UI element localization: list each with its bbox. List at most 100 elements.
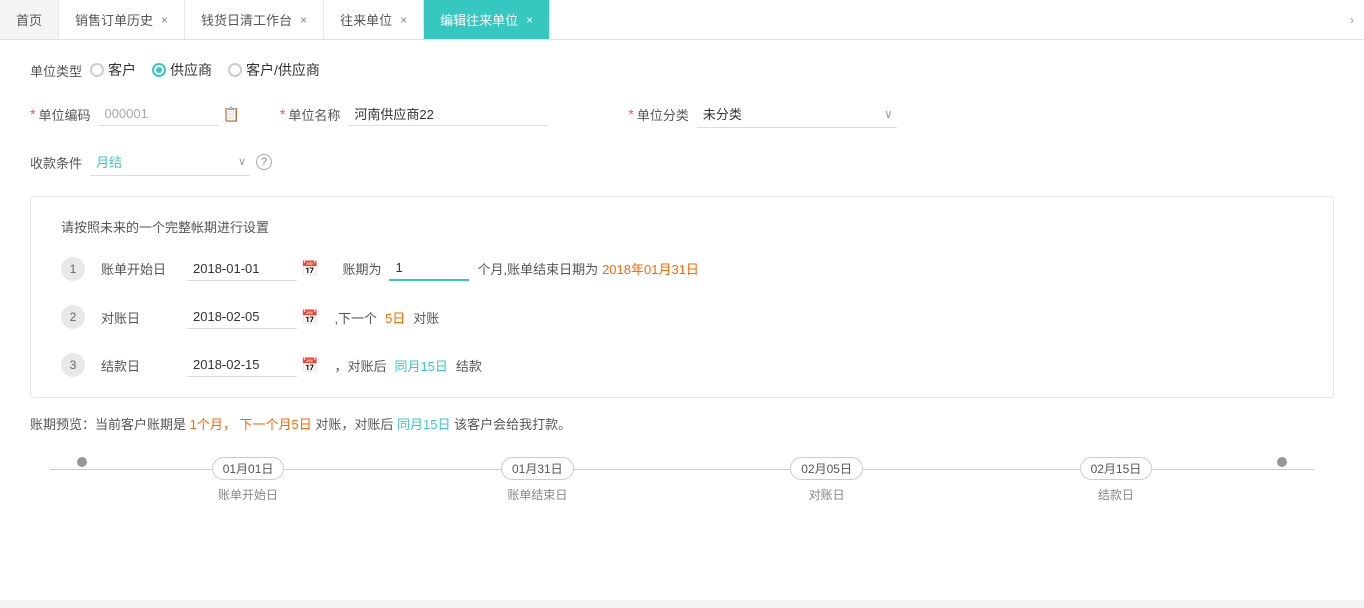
timeline-node-feb05: 02月05日 对账日 — [682, 457, 971, 503]
timeline-label-jan31: 账单结束日 — [507, 486, 567, 503]
timeline-dot-start — [77, 457, 87, 467]
preview-part4: 同月15日 — [397, 417, 450, 432]
payment-terms-group: 收款条件 月结 ∨ ? — [30, 148, 272, 176]
timeline: 01月01日 账单开始日 01月31日 账单结束日 02月05日 对账日 02月… — [50, 457, 1314, 503]
timeline-node-end — [1261, 457, 1304, 497]
settings-num-2: 2 — [61, 305, 85, 329]
payment-desc-before: ，对账后 — [334, 356, 386, 375]
tab-edit-partner-label: 编辑往来单位 — [440, 10, 518, 29]
timeline-badge-feb15: 02月15日 — [1080, 457, 1153, 480]
payment-terms-value: 月结 — [90, 148, 234, 175]
tab-cash-work-label: 钱货日清工作台 — [201, 10, 292, 29]
payment-terms-help-icon[interactable]: ? — [256, 154, 272, 170]
start-date-input[interactable] — [187, 257, 297, 281]
tab-sales-history[interactable]: 销售订单历史 × — [59, 0, 185, 39]
timeline-node-jan31: 01月31日 账单结束日 — [393, 457, 682, 503]
timeline-node-jan01: 01月01日 账单开始日 — [103, 457, 392, 503]
unit-type-label: 单位类型 — [30, 61, 82, 80]
timeline-node-feb15: 02月15日 结款日 — [971, 457, 1260, 503]
reconcile-date-calendar-icon[interactable]: 📅 — [301, 309, 318, 326]
radio-both[interactable]: 客户/供应商 — [228, 60, 320, 80]
preview-section: 账期预览：当前客户账期是 1个月， 下一个月5日 对账，对账后 同月15日 该客… — [30, 398, 1334, 533]
start-date-calendar-icon[interactable]: 📅 — [301, 260, 318, 277]
tab-scroll-arrow[interactable]: › — [1340, 13, 1364, 27]
preview-part2: 下一个月5日 — [240, 417, 312, 432]
tab-cash-work[interactable]: 钱货日清工作台 × — [185, 0, 324, 39]
payment-terms-row: 收款条件 月结 ∨ ? — [30, 148, 1334, 176]
tab-partner-close[interactable]: × — [400, 14, 407, 26]
unit-type-row: 单位类型 客户 供应商 客户/供应商 — [30, 60, 1334, 80]
period-unit-label: 个月,账单结束日期为 — [477, 259, 598, 278]
payment-terms-label: 收款条件 — [30, 153, 82, 172]
timeline-badge-jan01: 01月01日 — [212, 457, 285, 480]
unit-category-value: 未分类 — [697, 100, 880, 127]
tab-home-label: 首页 — [16, 10, 42, 29]
payment-desc-after: 结款 — [456, 356, 482, 375]
radio-both-label: 客户/供应商 — [246, 60, 320, 80]
settings-num-1: 1 — [61, 257, 85, 281]
unit-name-group: * 单位名称 — [280, 102, 548, 126]
settings-intro: 请按照未来的一个完整帐期进行设置 — [61, 217, 1303, 236]
tab-edit-partner-close[interactable]: × — [526, 14, 533, 26]
unit-code-label: 单位编码 — [38, 105, 90, 124]
radio-both-circle — [228, 63, 242, 77]
tab-partner[interactable]: 往来单位 × — [324, 0, 424, 39]
preview-text: 账期预览：当前客户账期是 1个月， 下一个月5日 对账，对账后 同月15日 该客… — [30, 414, 1334, 433]
timeline-badge-feb05: 02月05日 — [790, 457, 863, 480]
timeline-node-start — [60, 457, 103, 497]
payment-highlight: 同月15日 — [394, 356, 447, 375]
timeline-label-feb05: 对账日 — [809, 486, 845, 503]
settings-row-3: 3 结款日 📅 ，对账后 同月15日 结款 — [61, 353, 1303, 377]
unit-name-input[interactable] — [348, 102, 548, 126]
unit-code-group: * 单位编码 📋 — [30, 102, 240, 126]
period-input[interactable] — [389, 256, 469, 281]
radio-supplier-circle — [152, 63, 166, 77]
tab-home[interactable]: 首页 — [0, 0, 59, 39]
timeline-badge-jan31: 01月31日 — [501, 457, 574, 480]
tab-edit-partner[interactable]: 编辑往来单位 × — [424, 0, 550, 39]
unit-info-row: * 单位编码 📋 * 单位名称 * 单位分类 未分类 ∨ — [30, 100, 1334, 128]
preview-part1: 1个月， — [190, 417, 236, 432]
preview-label: 账期预览：当前客户账期是 — [30, 417, 186, 432]
tab-bar: 首页 销售订单历史 × 钱货日清工作台 × 往来单位 × 编辑往来单位 × › — [0, 0, 1364, 40]
period-label: 账期为 — [342, 259, 381, 278]
radio-customer-label: 客户 — [108, 60, 136, 80]
reconcile-date-input[interactable] — [187, 305, 297, 329]
settings-row-1: 1 账单开始日 📅 账期为 个月,账单结束日期为 2018年01月31日 — [61, 256, 1303, 281]
payment-date-input[interactable] — [187, 353, 297, 377]
radio-group: 客户 供应商 客户/供应商 — [90, 60, 320, 80]
unit-name-label: 单位名称 — [288, 105, 340, 124]
radio-supplier[interactable]: 供应商 — [152, 60, 212, 80]
reconcile-highlight: 5日 — [385, 308, 405, 327]
main-content: 单位类型 客户 供应商 客户/供应商 * 单位编码 — [0, 40, 1364, 600]
settings-row-2: 2 对账日 📅 ,下一个 5日 对账 — [61, 305, 1303, 329]
settings-field-label-3: 结款日 — [101, 356, 171, 375]
radio-supplier-label: 供应商 — [170, 60, 212, 80]
unit-name-star: * — [280, 106, 285, 122]
unit-type-group: 单位类型 客户 供应商 客户/供应商 — [30, 60, 320, 80]
radio-customer-circle — [90, 63, 104, 77]
reconcile-desc-after: 对账 — [413, 308, 439, 327]
settings-field-label-2: 对账日 — [101, 308, 171, 327]
timeline-wrapper: 01月01日 账单开始日 01月31日 账单结束日 02月05日 对账日 02月… — [30, 457, 1334, 533]
payment-terms-select[interactable]: 月结 ∨ — [90, 148, 250, 176]
payment-date-calendar-icon[interactable]: 📅 — [301, 357, 318, 374]
unit-category-star: * — [628, 106, 633, 122]
settings-field-label-1: 账单开始日 — [101, 259, 171, 278]
payment-terms-arrow-icon: ∨ — [234, 155, 250, 168]
timeline-label-feb15: 结款日 — [1098, 486, 1134, 503]
preview-part5: 该客户会给我打款。 — [454, 417, 571, 432]
radio-customer[interactable]: 客户 — [90, 60, 136, 80]
timeline-dot-end — [1277, 457, 1287, 467]
tab-sales-history-label: 销售订单历史 — [75, 10, 153, 29]
unit-code-copy-icon[interactable]: 📋 — [222, 106, 239, 123]
unit-code-star: * — [30, 106, 35, 122]
tab-cash-work-close[interactable]: × — [300, 14, 307, 26]
period-end-date: 2018年01月31日 — [602, 259, 699, 278]
settings-num-3: 3 — [61, 353, 85, 377]
unit-category-dropdown[interactable]: 未分类 ∨ — [697, 100, 897, 128]
tab-partner-label: 往来单位 — [340, 10, 392, 29]
unit-code-input[interactable] — [98, 102, 218, 126]
tab-sales-history-close[interactable]: × — [161, 14, 168, 26]
unit-category-group: * 单位分类 未分类 ∨ — [628, 100, 896, 128]
